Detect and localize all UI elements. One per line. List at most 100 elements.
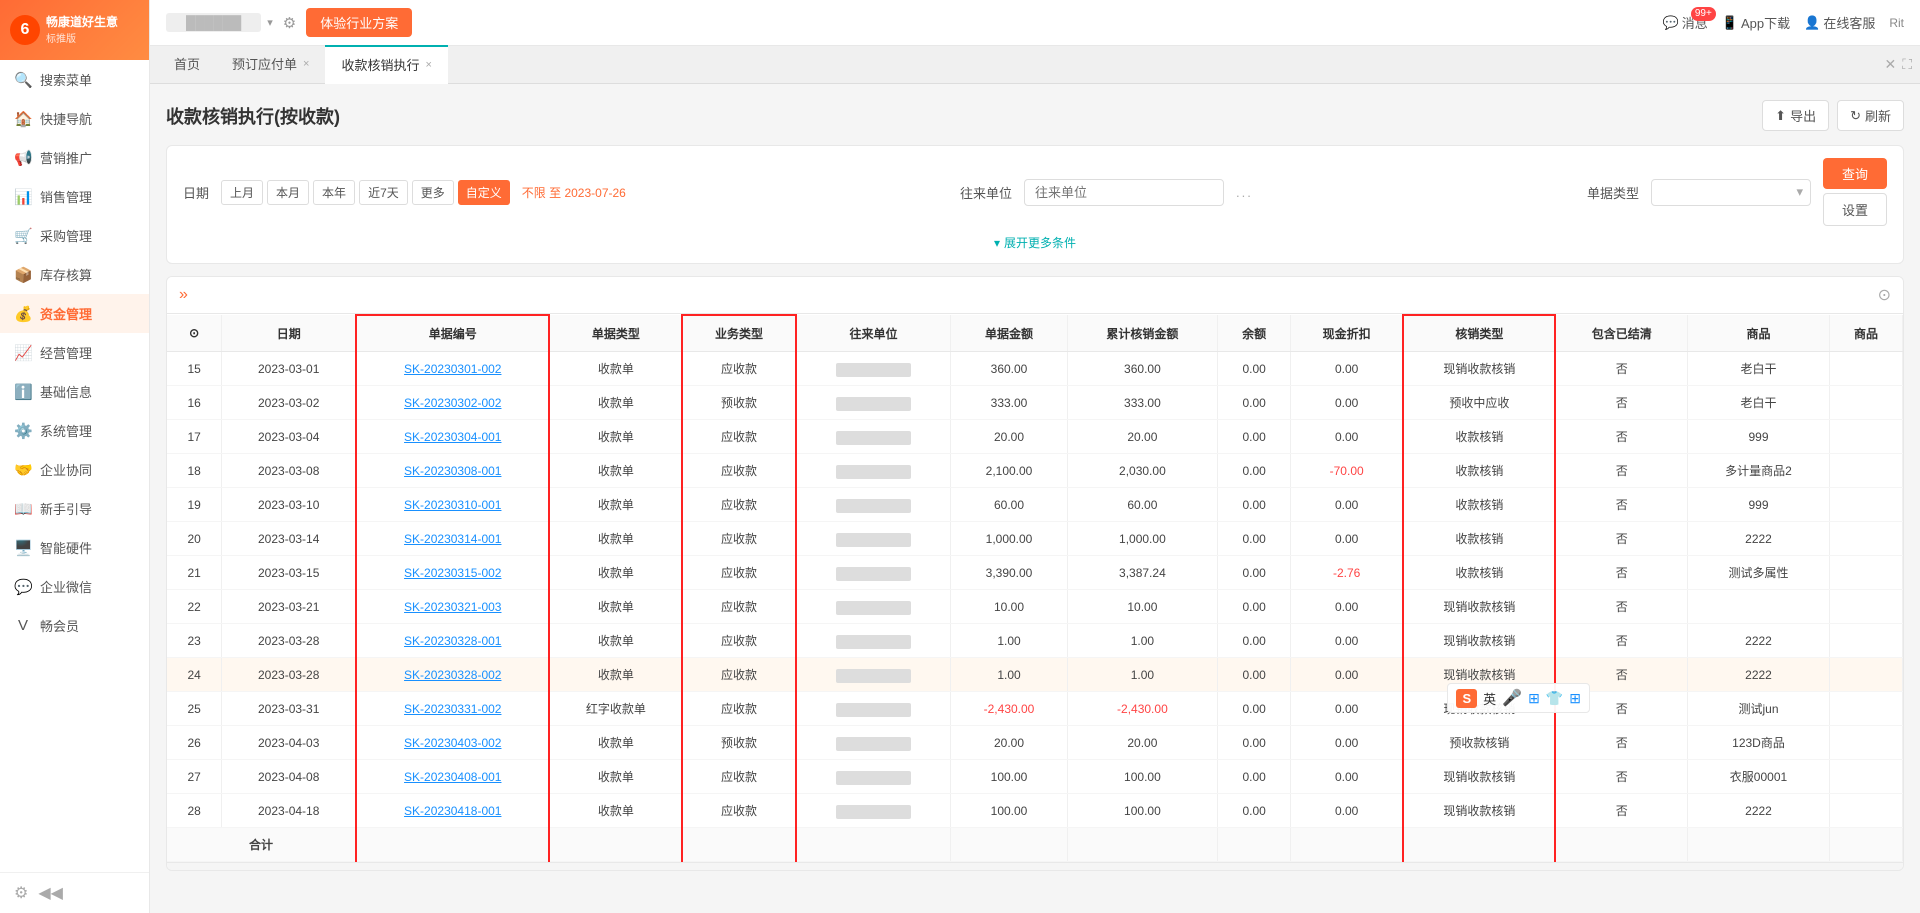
sidebar-item-search[interactable]: 🔍搜索菜单: [0, 60, 149, 99]
tab-prepay-close[interactable]: ×: [303, 58, 309, 70]
sidebar-label-system: 系统管理: [40, 421, 92, 440]
cell-verify-type: 现销收款核销: [1403, 624, 1555, 658]
cell-counterparty: ████████: [796, 556, 951, 590]
collapse-icon[interactable]: ◀◀: [38, 883, 63, 903]
doc-no-link[interactable]: SK-20230328-002: [404, 668, 501, 682]
voucher-type-select[interactable]: [1651, 179, 1811, 206]
cell-goods: 老白干: [1687, 352, 1829, 386]
sidebar-item-inventory[interactable]: 📦库存核算: [0, 255, 149, 294]
cell-balance: 0.00: [1218, 556, 1291, 590]
sidebar-item-operations[interactable]: 📈经营管理: [0, 333, 149, 372]
counterparty-input[interactable]: [1024, 179, 1224, 206]
footer-biz-type: [682, 828, 795, 862]
cell-no: 15: [167, 352, 222, 386]
settings-button[interactable]: 设置: [1823, 193, 1887, 226]
messages-button[interactable]: 💬 消息 99+: [1663, 13, 1708, 32]
doc-no-link[interactable]: SK-20230328-001: [404, 634, 501, 648]
cell-no: 27: [167, 760, 222, 794]
tabbar-controls: ✕ ⛶: [1884, 56, 1912, 73]
sidebar-item-system[interactable]: ⚙️系统管理: [0, 411, 149, 450]
tab-receipt-close[interactable]: ×: [425, 59, 431, 71]
doc-no-link[interactable]: SK-20230314-001: [404, 532, 501, 546]
cell-doc-no: SK-20230418-001: [356, 794, 549, 828]
doc-no-link[interactable]: SK-20230321-003: [404, 600, 501, 614]
sidebar-item-wechat[interactable]: 💬企业微信: [0, 567, 149, 606]
sidebar-label-guide: 新手引导: [40, 499, 92, 518]
doc-no-link[interactable]: SK-20230302-002: [404, 396, 501, 410]
sidebar-label-marketing: 营销推广: [40, 148, 92, 167]
sidebar-item-shortcuts[interactable]: 🏠快捷导航: [0, 99, 149, 138]
filter-dots[interactable]: ...: [1236, 185, 1253, 200]
sidebar-label-inventory: 库存核算: [40, 265, 92, 284]
online-service-button[interactable]: 👤 在线客服: [1804, 13, 1875, 32]
doc-no-link[interactable]: SK-20230403-002: [404, 736, 501, 750]
cell-goods: 测试jun: [1687, 692, 1829, 726]
cell-biz-type: 应收款: [682, 488, 795, 522]
col-header-doc-type: 单据类型: [549, 315, 682, 352]
cell-doc-type: 收款单: [549, 556, 682, 590]
date-this-year[interactable]: 本年: [313, 180, 355, 205]
doc-no-link[interactable]: SK-20230418-001: [404, 804, 501, 818]
sidebar-item-marketing[interactable]: 📢营销推广: [0, 138, 149, 177]
sidebar-item-member[interactable]: V畅会员: [0, 606, 149, 645]
doc-no-link[interactable]: SK-20230408-001: [404, 770, 501, 784]
tab-prepay[interactable]: 预订应付单 ×: [216, 46, 325, 83]
sidebar-icon-finance: 💰: [14, 305, 32, 323]
cell-date: 2023-03-28: [222, 624, 356, 658]
topbar-dropdown-icon[interactable]: ▾: [267, 16, 273, 29]
sidebar-item-purchase[interactable]: 🛒采购管理: [0, 216, 149, 255]
cell-balance: 0.00: [1218, 590, 1291, 624]
cell-counterparty: ████████: [796, 692, 951, 726]
date-this-month[interactable]: 本月: [267, 180, 309, 205]
cell-verified: 1.00: [1067, 658, 1218, 692]
date-more[interactable]: 更多: [412, 180, 454, 205]
topbar-actions: 💬 消息 99+ 📱 App下载 👤 在线客服 Rit: [1663, 13, 1904, 32]
sidebar-item-collab[interactable]: 🤝企业协同: [0, 450, 149, 489]
refresh-button[interactable]: ↻ 刷新: [1837, 100, 1904, 131]
doc-no-link[interactable]: SK-20230315-002: [404, 566, 501, 580]
filter-expand-button[interactable]: ▾ 展开更多条件: [994, 234, 1076, 251]
tab-maximize-icon[interactable]: ⛶: [1902, 56, 1912, 73]
date-last-month[interactable]: 上月: [221, 180, 263, 205]
cell-counterparty: ████████: [796, 726, 951, 760]
cell-balance: 0.00: [1218, 658, 1291, 692]
cell-date: 2023-04-08: [222, 760, 356, 794]
sidebar-icon-shortcuts: 🏠: [14, 110, 32, 128]
doc-no-link[interactable]: SK-20230304-001: [404, 430, 501, 444]
doc-no-link[interactable]: SK-20230331-002: [404, 702, 501, 716]
sidebar-item-guide[interactable]: 📖新手引导: [0, 489, 149, 528]
topbar-gear-icon[interactable]: ⚙: [283, 14, 296, 32]
solution-button[interactable]: 体验行业方案: [306, 8, 412, 37]
col-header-biz-type: 业务类型: [682, 315, 795, 352]
doc-no-link[interactable]: SK-20230310-001: [404, 498, 501, 512]
tab-receipt[interactable]: 收款核销执行 ×: [325, 45, 447, 84]
tab-close-all-icon[interactable]: ✕: [1884, 56, 1896, 73]
table-expand-icon[interactable]: »: [179, 286, 188, 304]
table-settings-icon[interactable]: ⊙: [1878, 285, 1891, 305]
cell-goods2: [1830, 794, 1903, 828]
cell-include-settled: 否: [1555, 760, 1687, 794]
doc-no-link[interactable]: SK-20230308-001: [404, 464, 501, 478]
cell-goods2: [1830, 454, 1903, 488]
settings-icon[interactable]: ⚙: [14, 883, 28, 903]
tab-home[interactable]: 首页: [158, 46, 216, 83]
cell-doc-no: SK-20230408-001: [356, 760, 549, 794]
table-scroll-container[interactable]: ⊙ 日期 单据编号 单据类型 业务类型 往来单位 单据金额 累计核销金额 余额 …: [167, 314, 1903, 862]
date-last-7days[interactable]: 近7天: [359, 180, 408, 205]
date-custom[interactable]: 自定义: [458, 180, 510, 205]
cell-verify-type: 收款核销: [1403, 556, 1555, 590]
export-button[interactable]: ⬆ 导出: [1762, 100, 1829, 131]
query-button[interactable]: 查询: [1823, 158, 1887, 189]
sidebar-item-basic[interactable]: ℹ️基础信息: [0, 372, 149, 411]
cell-verified: -2,430.00: [1067, 692, 1218, 726]
doc-no-link[interactable]: SK-20230301-002: [404, 362, 501, 376]
cell-verified: 100.00: [1067, 794, 1218, 828]
footer-cash-discount: [1291, 828, 1404, 862]
app-download-button[interactable]: 📱 App下载: [1722, 13, 1790, 32]
user-info[interactable]: Rit: [1889, 16, 1904, 30]
sidebar-item-finance[interactable]: 💰资金管理: [0, 294, 149, 333]
sidebar-item-sales[interactable]: 📊销售管理: [0, 177, 149, 216]
page-title: 收款核销执行(按收款): [166, 103, 340, 129]
sidebar-item-hardware[interactable]: 🖥️智能硬件: [0, 528, 149, 567]
table-horizontal-scrollbar[interactable]: [167, 862, 1903, 870]
